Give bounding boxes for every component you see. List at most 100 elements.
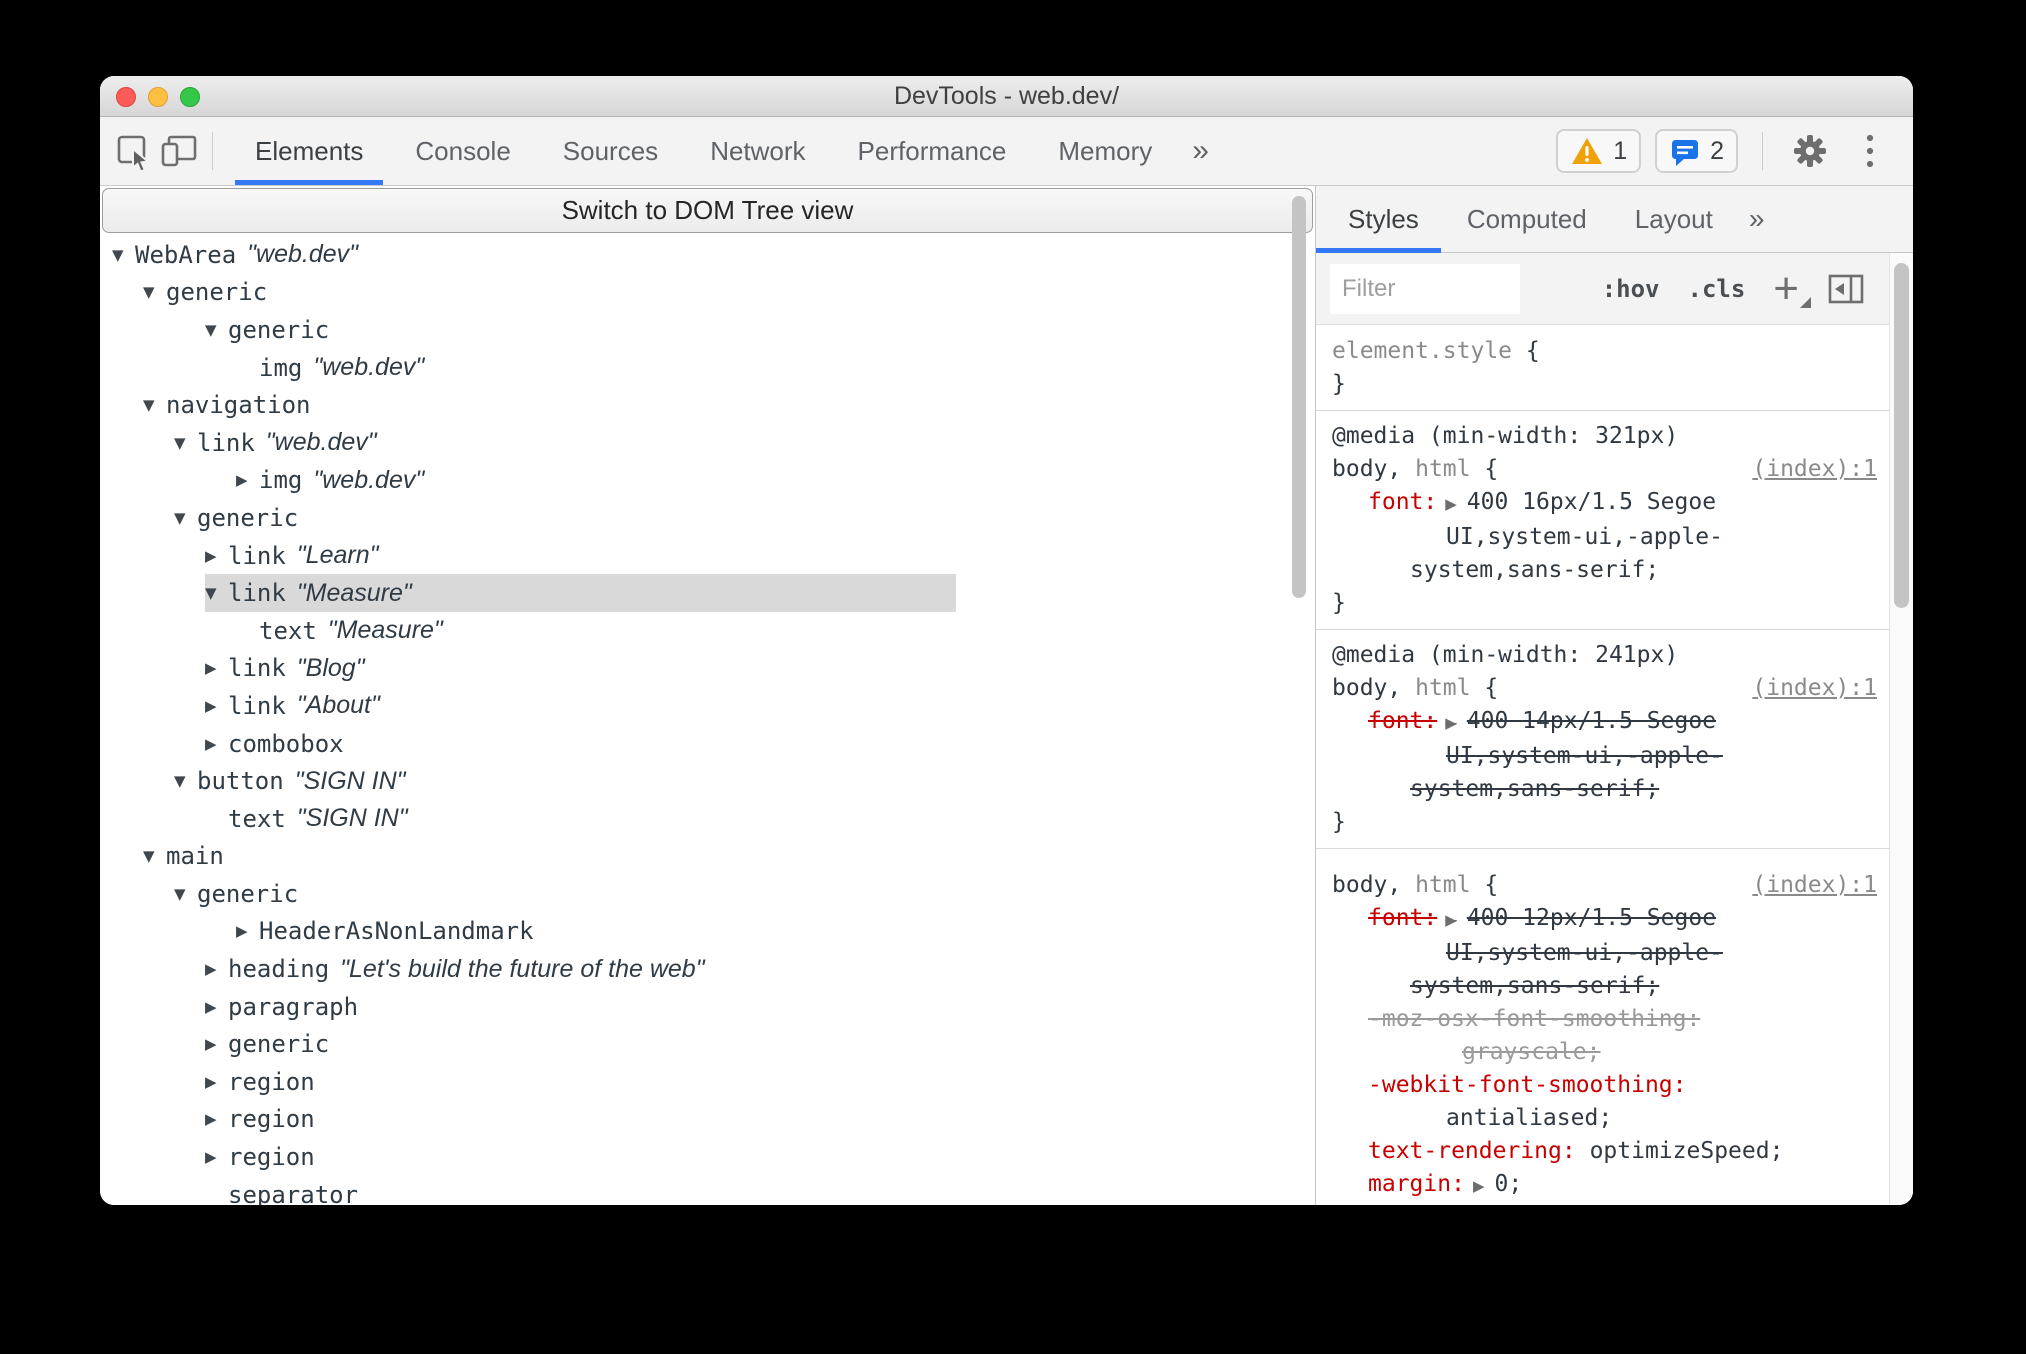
device-toolbar-icon[interactable]	[156, 128, 202, 174]
tree-row[interactable]: ▼ button "SIGN IN"	[100, 762, 1315, 800]
inspect-element-icon[interactable]	[110, 128, 156, 174]
close-window-button[interactable]	[116, 87, 136, 107]
tab-console[interactable]: Console	[389, 117, 536, 185]
tree-expand-down-icon[interactable]: ▼	[174, 772, 197, 790]
expand-value-icon[interactable]: ▶	[1445, 911, 1457, 929]
tab-memory[interactable]: Memory	[1032, 117, 1178, 185]
tree-expand-down-icon[interactable]: ▼	[143, 396, 166, 414]
tree-row[interactable]: ▼ generic	[100, 274, 1315, 312]
tree-expand-down-icon[interactable]: ▼	[205, 584, 228, 602]
tree-row[interactable]: ▼ main	[100, 838, 1315, 876]
tree-row[interactable]: ▶ paragraph	[100, 988, 1315, 1026]
tree-expand-right-icon[interactable]: ▶	[205, 960, 228, 978]
tree-node-role: region	[228, 1067, 315, 1096]
sidebar-tab-layout[interactable]: Layout	[1611, 186, 1737, 252]
stylesheet-source-link[interactable]: (index):1	[1752, 453, 1877, 486]
tree-row[interactable]: ▶ link "Learn"	[100, 537, 1315, 575]
tree-expand-right-icon[interactable]: ▶	[205, 1073, 228, 1091]
tree-row[interactable]: ▼ WebArea "web.dev"	[100, 236, 1315, 274]
tree-row[interactable]: ▼ generic	[100, 875, 1315, 913]
expand-value-icon[interactable]: ▶	[1473, 1177, 1485, 1195]
tree-row[interactable]: ▼ navigation	[100, 386, 1315, 424]
tree-expand-right-icon[interactable]: ▶	[236, 471, 259, 489]
warnings-badge[interactable]: 1	[1556, 129, 1642, 173]
expand-value-icon[interactable]: ▶	[1445, 495, 1457, 513]
tab-elements[interactable]: Elements	[229, 117, 389, 185]
switch-dom-tree-button[interactable]: Switch to DOM Tree view	[102, 188, 1313, 233]
tree-row[interactable]: text "Measure"	[100, 612, 1315, 650]
toggle-sidebar-icon[interactable]	[1827, 272, 1865, 306]
tree-expand-down-icon[interactable]: ▼	[174, 509, 197, 527]
tree-row[interactable]: ▶ link "Blog"	[100, 650, 1315, 688]
tree-row[interactable]: ▶ region	[100, 1101, 1315, 1139]
tree-row[interactable]: ▶ heading "Let's build the future of the w…	[100, 950, 1315, 988]
styles-filter-input[interactable]	[1330, 263, 1520, 314]
tree-row[interactable]: ▶ HeaderAsNonLandmark	[100, 913, 1315, 951]
tree-expand-down-icon[interactable]: ▼	[112, 246, 135, 264]
messages-badge[interactable]: 2	[1655, 129, 1738, 173]
tree-node-role: paragraph	[228, 992, 359, 1021]
stylesheet-source-link[interactable]: (index):1	[1752, 672, 1877, 705]
minimize-window-button[interactable]	[148, 87, 168, 107]
tree-node-role: generic	[197, 503, 299, 532]
tree-expand-down-icon[interactable]: ▼	[174, 434, 197, 452]
screen: { "window": { "title": "DevTools - web.d…	[0, 0, 2026, 1354]
tree-expand-right-icon[interactable]: ▶	[205, 1148, 228, 1166]
style-line: @media (min-width: 321px)	[1316, 420, 1889, 453]
tree-row[interactable]: text "SIGN IN"	[100, 800, 1315, 838]
tab-performance[interactable]: Performance	[832, 117, 1033, 185]
right-scrollbar-track[interactable]	[1889, 253, 1913, 1205]
sidebar-tab-styles[interactable]: Styles	[1316, 186, 1443, 253]
tab-network[interactable]: Network	[684, 117, 831, 185]
tree-row[interactable]: ▶ link "About"	[100, 687, 1315, 725]
tree-row[interactable]: ▶ generic	[100, 1025, 1315, 1063]
tree-row[interactable]: ▼ generic	[100, 311, 1315, 349]
zoom-window-button[interactable]	[180, 87, 200, 107]
tree-row[interactable]: ▶ region	[100, 1138, 1315, 1176]
tree-node-role: region	[228, 1105, 315, 1134]
tree-expand-down-icon[interactable]: ▼	[143, 847, 166, 865]
tree-expand-right-icon[interactable]: ▶	[205, 735, 228, 753]
tree-expand-right-icon[interactable]: ▶	[205, 547, 228, 565]
sidebar-more-tabs-icon[interactable]: »	[1737, 186, 1777, 252]
stylesheet-source-link[interactable]: (index):1	[1752, 869, 1877, 902]
tree-row[interactable]: ▶ combobox	[100, 725, 1315, 763]
tree-node-name: "Measure"	[327, 616, 443, 645]
sidebar-tab-computed[interactable]: Computed	[1443, 186, 1611, 252]
tree-row[interactable]: ▼ generic	[100, 499, 1315, 537]
style-line: body, html {(index):1	[1316, 453, 1889, 486]
warning-icon	[1572, 138, 1603, 164]
tree-row[interactable]: ▶ img "web.dev"	[100, 462, 1315, 500]
tree-expand-down-icon[interactable]: ▼	[143, 283, 166, 301]
tree-row[interactable]: img "web.dev"	[100, 349, 1315, 387]
tree-expand-right-icon[interactable]: ▶	[205, 998, 228, 1016]
tree-expand-down-icon[interactable]: ▼	[174, 885, 197, 903]
tree-expand-right-icon[interactable]: ▶	[205, 1035, 228, 1053]
settings-gear-icon[interactable]	[1787, 128, 1833, 174]
tree-expand-right-icon[interactable]: ▶	[205, 697, 228, 715]
tree-expand-right-icon[interactable]: ▶	[205, 659, 228, 677]
tree-expand-right-icon[interactable]: ▶	[205, 1110, 228, 1128]
toggle-element-state-button[interactable]: :hov	[1602, 275, 1660, 303]
tree-node-name: "Blog"	[296, 653, 365, 682]
tree-expand-right-icon[interactable]: ▶	[236, 922, 259, 940]
tree-row[interactable]: ▼ link "web.dev"	[100, 424, 1315, 462]
element-classes-button[interactable]: .cls	[1688, 275, 1746, 303]
kebab-menu-icon[interactable]	[1847, 128, 1893, 174]
expand-value-icon[interactable]: ▶	[1445, 714, 1457, 732]
right-scrollbar-thumb[interactable]	[1894, 263, 1909, 608]
css-text: optimizeSpeed;	[1575, 1138, 1784, 1164]
tree-row[interactable]: separator	[100, 1176, 1315, 1205]
toolbar-tabs: Elements Console Sources Network Performance…	[229, 117, 1178, 185]
css-text: body,	[1332, 456, 1416, 482]
left-scrollbar-thumb[interactable]	[1292, 196, 1306, 598]
style-line: UI,system-ui,-apple-	[1316, 521, 1889, 554]
tree-row[interactable]: ▶ region	[100, 1063, 1315, 1101]
new-style-rule-button[interactable]: +	[1773, 266, 1811, 310]
more-tabs-icon[interactable]: »	[1178, 134, 1223, 168]
tree-row[interactable]: ▼ link "Measure"	[100, 574, 1315, 612]
css-text: body,	[1332, 872, 1416, 898]
tree-expand-down-icon[interactable]: ▼	[205, 321, 228, 339]
tab-sources[interactable]: Sources	[537, 117, 684, 185]
style-line: font: ▶ 400 12px/1.5 Segoe	[1316, 902, 1889, 937]
